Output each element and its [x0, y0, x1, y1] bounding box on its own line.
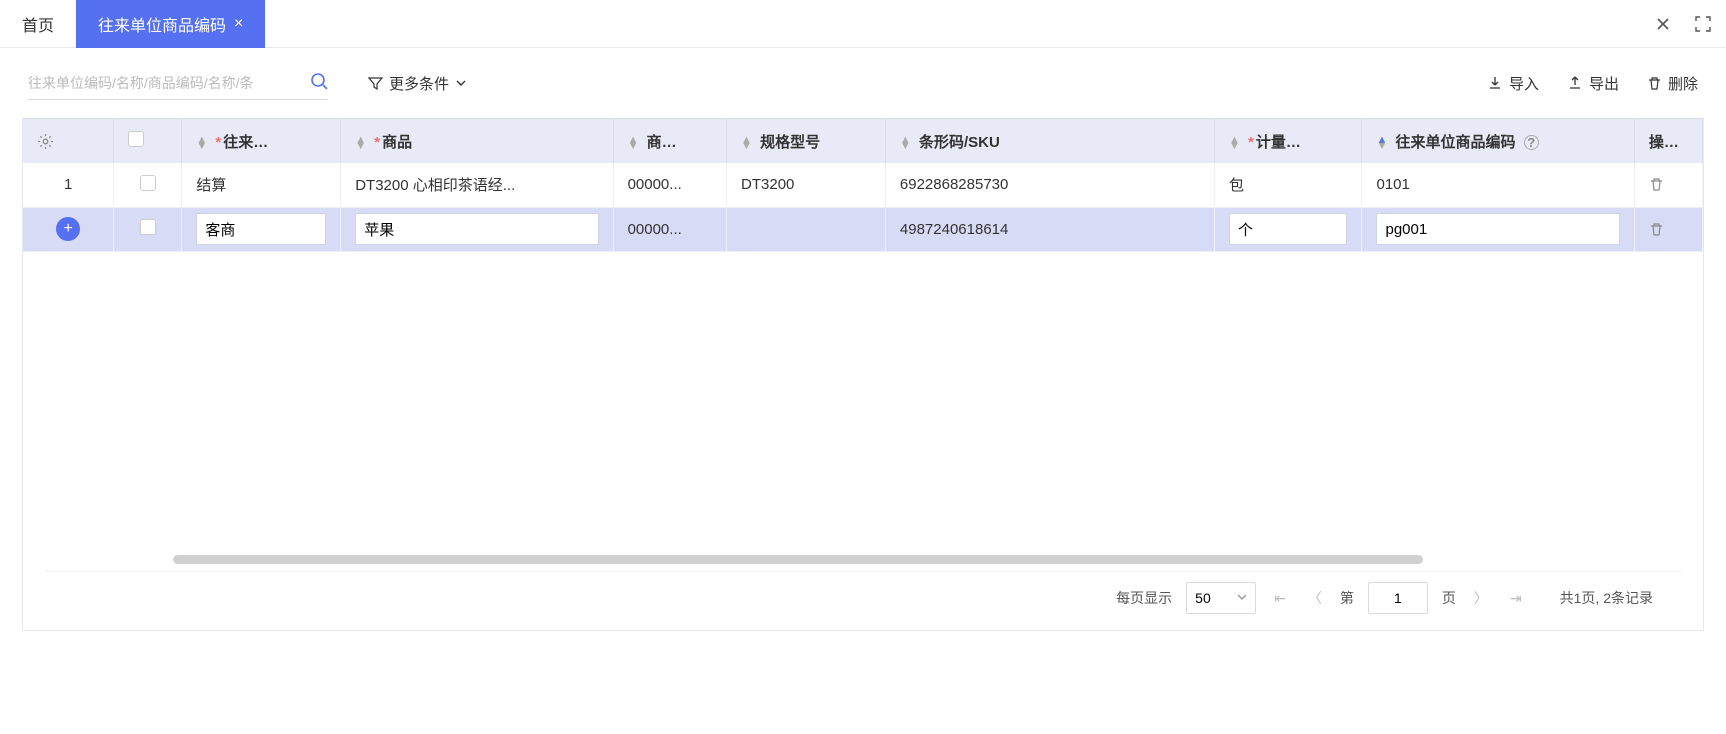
- fullscreen-icon[interactable]: [1692, 13, 1714, 35]
- sort-icon: ▲▼: [355, 137, 366, 149]
- column-barcode-label: 条形码/SKU: [919, 134, 1000, 151]
- sort-icon: ▲▼: [900, 137, 911, 149]
- import-label: 导入: [1509, 73, 1539, 94]
- tab-bar: 首页 往来单位商品编码 ×: [0, 0, 1726, 48]
- column-product-code[interactable]: ▲▼ 商…: [613, 119, 726, 163]
- delete-button[interactable]: 删除: [1647, 73, 1698, 94]
- scrollbar-thumb[interactable]: [173, 555, 1423, 564]
- column-operation: 操…: [1634, 119, 1702, 163]
- prev-page-icon[interactable]: 〈: [1304, 588, 1326, 608]
- page-size-select[interactable]: [1186, 582, 1256, 614]
- close-icon[interactable]: ×: [234, 15, 243, 33]
- cell-barcode: 6922868285730: [885, 163, 1214, 207]
- add-row-button[interactable]: +: [56, 217, 80, 241]
- column-unit-label: 计量…: [1256, 134, 1301, 151]
- column-spec[interactable]: ▲▼ 规格型号: [727, 119, 886, 163]
- sort-icon: ▲▼: [628, 137, 639, 149]
- column-product[interactable]: ▲▼ *商品: [341, 119, 613, 163]
- column-partner-product-code[interactable]: ▲▼ 往来单位商品编码 ?: [1362, 119, 1634, 163]
- more-filters-label: 更多条件: [389, 73, 449, 94]
- sort-icon: ▲▼: [741, 137, 752, 149]
- column-spec-label: 规格型号: [760, 134, 820, 151]
- search-input[interactable]: [28, 66, 328, 100]
- column-operation-label: 操…: [1649, 134, 1679, 151]
- import-button[interactable]: 导入: [1487, 73, 1539, 94]
- last-page-icon[interactable]: ⇥: [1506, 590, 1526, 607]
- more-filters-button[interactable]: 更多条件: [368, 73, 467, 94]
- checkbox[interactable]: [140, 219, 156, 235]
- page-input[interactable]: [1368, 582, 1428, 614]
- cell-product-code: 00000...: [613, 207, 726, 251]
- next-page-icon[interactable]: 〉: [1470, 588, 1492, 608]
- product-input[interactable]: [355, 213, 598, 245]
- checkbox[interactable]: [140, 175, 156, 191]
- sort-icon: ▲▼: [1229, 137, 1240, 149]
- trash-icon: [1647, 76, 1662, 91]
- row-index: 1: [23, 163, 114, 207]
- page-suffix: 页: [1442, 588, 1456, 608]
- column-product-label: 商品: [382, 134, 412, 151]
- per-page-label: 每页显示: [1116, 588, 1172, 608]
- cell-spec: DT3200: [727, 163, 886, 207]
- cell-spec: [727, 207, 886, 251]
- page-summary: 共1页, 2条记录: [1560, 588, 1653, 608]
- unit-input[interactable]: [1229, 213, 1348, 245]
- toolbar: 更多条件 导入 导出 删除: [0, 48, 1726, 118]
- first-page-icon[interactable]: ⇤: [1270, 590, 1290, 607]
- export-label: 导出: [1589, 73, 1619, 94]
- table-row[interactable]: 1 结算 DT3200 心相印茶语经... 00000... DT3200 69…: [23, 163, 1703, 207]
- cell-unit[interactable]: 包: [1214, 163, 1362, 207]
- search-icon[interactable]: [310, 72, 328, 90]
- horizontal-scrollbar[interactable]: [23, 555, 1703, 565]
- cell-product[interactable]: DT3200 心相印茶语经...: [341, 163, 613, 207]
- delete-label: 删除: [1668, 73, 1698, 94]
- cell-partner-product-code[interactable]: 0101: [1362, 163, 1634, 207]
- table-row[interactable]: + 00000... 4987240618614: [23, 207, 1703, 251]
- table: ▲▼ *往来… ▲▼ *商品 ▲▼ 商… ▲▼ 规格型号 ▲▼ 条形码/SK: [22, 118, 1704, 631]
- tab-partner-product-code[interactable]: 往来单位商品编码 ×: [76, 0, 265, 48]
- column-unit[interactable]: ▲▼ *计量…: [1214, 119, 1362, 163]
- tab-home[interactable]: 首页: [0, 0, 76, 48]
- column-partner[interactable]: ▲▼ *往来…: [182, 119, 341, 163]
- sort-icon: ▲▼: [1376, 137, 1387, 149]
- export-button[interactable]: 导出: [1567, 73, 1619, 94]
- cell-product-code: 00000...: [613, 163, 726, 207]
- search-wrap: [28, 66, 328, 100]
- page-prefix: 第: [1340, 588, 1354, 608]
- column-barcode[interactable]: ▲▼ 条形码/SKU: [885, 119, 1214, 163]
- cell-barcode: 4987240618614: [885, 207, 1214, 251]
- column-partner-product-code-label: 往来单位商品编码: [1396, 134, 1516, 151]
- delete-row-icon[interactable]: [1649, 222, 1688, 237]
- column-partner-label: 往来…: [223, 134, 268, 151]
- help-icon[interactable]: ?: [1524, 135, 1539, 150]
- tab-active-label: 往来单位商品编码: [98, 12, 226, 36]
- column-settings[interactable]: [23, 119, 114, 163]
- checkbox[interactable]: [128, 131, 144, 147]
- filter-icon: [368, 76, 383, 91]
- partner-input[interactable]: [196, 213, 326, 245]
- gear-icon: [37, 133, 99, 150]
- column-product-code-label: 商…: [647, 134, 677, 151]
- pagination: 每页显示 ⇤ 〈 第 页 〉 ⇥ 共1页, 2条记录: [45, 571, 1681, 630]
- export-icon: [1567, 75, 1583, 91]
- cell-partner[interactable]: 结算: [182, 163, 341, 207]
- tab-home-label: 首页: [22, 12, 54, 36]
- close-all-icon[interactable]: [1652, 13, 1674, 35]
- import-icon: [1487, 75, 1503, 91]
- delete-row-icon[interactable]: [1649, 177, 1688, 192]
- column-checkbox-all[interactable]: [114, 119, 182, 163]
- partner-product-code-input[interactable]: [1376, 213, 1619, 245]
- chevron-down-icon: [455, 77, 467, 89]
- sort-icon: ▲▼: [196, 137, 207, 149]
